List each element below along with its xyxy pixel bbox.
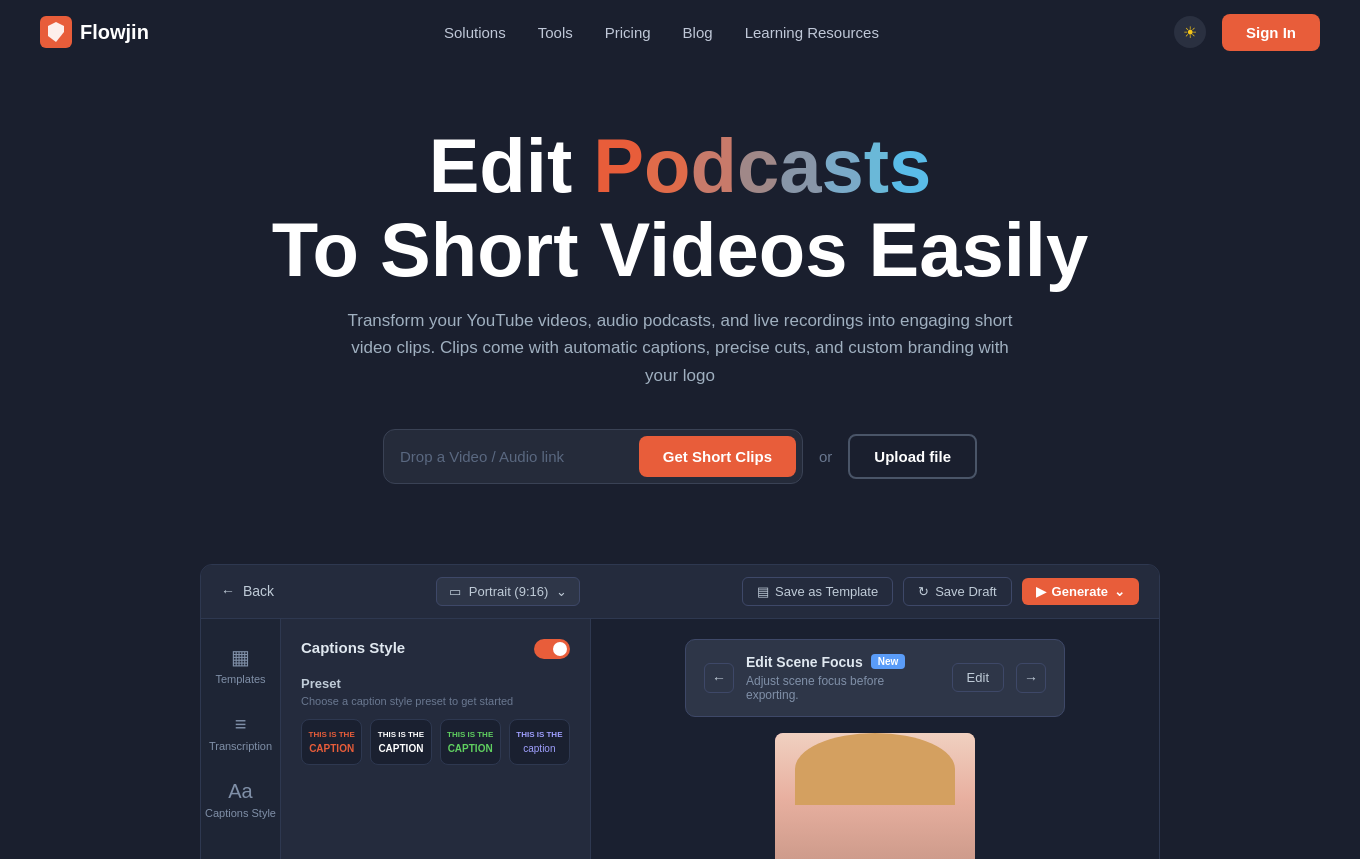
portrait-label: Portrait (9:16): [469, 584, 548, 599]
hero-title-line1: Edit Podcasts: [272, 124, 1089, 208]
preset-3-highlight: caption: [514, 743, 565, 754]
hero-title-line2: To Short Videos Easily: [272, 208, 1089, 292]
sidebar-transcription-label: Transcription: [209, 740, 272, 752]
sidebar-templates-label: Templates: [215, 673, 265, 685]
caption-preset-2[interactable]: THIS IS THE CAPTION: [440, 719, 501, 765]
preset-0-highlight: CAPTION: [306, 743, 357, 754]
chevron-down-icon: ⌄: [556, 584, 567, 599]
letter-c: c: [737, 123, 779, 208]
back-arrow-icon: ←: [221, 583, 235, 599]
letter-s: s: [821, 123, 863, 208]
transcription-icon: ≡: [235, 713, 247, 736]
captions-style-panel: Captions Style Preset Choose a caption s…: [281, 619, 591, 859]
preset-1-text: THIS IS THE: [375, 730, 426, 739]
sidebar-item-transcription[interactable]: ≡ Transcription: [201, 703, 280, 762]
generate-icon: ▶: [1036, 584, 1046, 599]
save-template-button[interactable]: ▤ Save as Template: [742, 577, 893, 606]
letter-t: t: [864, 123, 889, 208]
title-podcasts-word: Podcasts: [593, 123, 931, 208]
letter-s2: s: [889, 123, 931, 208]
preset-label: Preset: [301, 676, 570, 691]
generate-button[interactable]: ▶ Generate ⌄: [1022, 578, 1139, 605]
upload-file-button[interactable]: Upload file: [848, 434, 977, 479]
title-edit-word: Edit: [429, 123, 594, 208]
new-badge: New: [871, 654, 906, 669]
caption-presets-row: THIS IS THE CAPTION THIS IS THE CAPTION …: [301, 719, 570, 765]
scene-focus-desc: Adjust scene focus before exporting.: [746, 674, 940, 702]
scene-focus-title-text: Edit Scene Focus: [746, 654, 863, 670]
sidebar-item-captions-style[interactable]: Aa Captions Style: [201, 770, 280, 829]
sign-in-button[interactable]: Sign In: [1222, 14, 1320, 51]
portrait-selector[interactable]: ▭ Portrait (9:16) ⌄: [436, 577, 580, 606]
templates-icon: ▦: [231, 645, 250, 669]
nav-item-blog[interactable]: Blog: [683, 24, 713, 41]
sidebar-item-templates[interactable]: ▦ Templates: [201, 635, 280, 695]
flowjin-logo-icon: [40, 16, 72, 48]
scene-edit-button[interactable]: Edit: [952, 663, 1004, 692]
preset-2-text: THIS IS THE: [445, 730, 496, 739]
caption-preset-3[interactable]: This is the caption: [509, 719, 570, 765]
dashboard-preview: ← Back ▭ Portrait (9:16) ⌄ ▤ Save as Tem…: [200, 564, 1160, 859]
caption-preset-0[interactable]: THIS IS THE CAPTION: [301, 719, 362, 765]
generate-label: Generate: [1052, 584, 1108, 599]
letter-p: P: [593, 123, 644, 208]
hero-title: Edit Podcasts To Short Videos Easily: [272, 124, 1089, 291]
nav-links: Solutions Tools Pricing Blog Learning Re…: [444, 24, 879, 41]
video-thumbnail: [775, 733, 975, 859]
scene-focus-title: Edit Scene Focus New: [746, 654, 940, 670]
url-input[interactable]: [400, 448, 639, 465]
captions-toggle-row: Captions Style: [301, 639, 570, 660]
draft-icon: ↻: [918, 584, 929, 599]
dashboard-body: ▦ Templates ≡ Transcription Aa Captions …: [201, 619, 1159, 859]
scene-next-button[interactable]: →: [1016, 663, 1046, 693]
hero-subtitle: Transform your YouTube videos, audio pod…: [340, 307, 1020, 389]
preset-3-text: This is the: [514, 730, 565, 739]
scene-preview-area: ← Edit Scene Focus New Adjust scene focu…: [591, 619, 1159, 859]
dashboard-right-buttons: ▤ Save as Template ↻ Save Draft ▶ Genera…: [742, 577, 1139, 606]
logo[interactable]: Flowjin: [40, 16, 149, 48]
preset-0-text: THIS IS THE: [306, 730, 357, 739]
captions-style-title: Captions Style: [301, 639, 405, 656]
save-template-label: Save as Template: [775, 584, 878, 599]
sun-icon: ☀: [1183, 23, 1197, 42]
scene-prev-button[interactable]: ←: [704, 663, 734, 693]
letter-a: a: [779, 123, 821, 208]
caption-preset-1[interactable]: THIS IS THE CAPTION: [370, 719, 431, 765]
hero-section: Edit Podcasts To Short Videos Easily Tra…: [0, 64, 1360, 524]
preset-2-highlight: CAPTION: [445, 743, 496, 754]
save-draft-button[interactable]: ↻ Save Draft: [903, 577, 1011, 606]
or-separator: or: [819, 448, 832, 465]
save-draft-label: Save Draft: [935, 584, 996, 599]
captions-toggle[interactable]: [534, 639, 570, 659]
captions-style-icon: Aa: [228, 780, 252, 803]
person-preview: [775, 733, 975, 859]
nav-item-tools[interactable]: Tools: [538, 24, 573, 41]
cta-row: Get Short Clips or Upload file: [383, 429, 977, 484]
letter-o1: o: [644, 123, 690, 208]
get-short-clips-button[interactable]: Get Short Clips: [639, 436, 796, 477]
preset-desc: Choose a caption style preset to get sta…: [301, 695, 570, 707]
logo-text: Flowjin: [80, 21, 149, 44]
template-icon: ▤: [757, 584, 769, 599]
theme-toggle-button[interactable]: ☀: [1174, 16, 1206, 48]
nav-item-learning-resources[interactable]: Learning Resources: [745, 24, 879, 41]
url-input-container: Get Short Clips: [383, 429, 803, 484]
nav-item-pricing[interactable]: Pricing: [605, 24, 651, 41]
portrait-icon: ▭: [449, 584, 461, 599]
navbar: Flowjin Solutions Tools Pricing Blog Lea…: [0, 0, 1360, 64]
letter-d: d: [690, 123, 736, 208]
preset-1-highlight: CAPTION: [375, 743, 426, 754]
back-button[interactable]: ← Back: [221, 583, 274, 599]
generate-chevron-icon: ⌄: [1114, 584, 1125, 599]
dashboard-topbar: ← Back ▭ Portrait (9:16) ⌄ ▤ Save as Tem…: [201, 565, 1159, 619]
sidebar-captions-label: Captions Style: [205, 807, 276, 819]
scene-focus-popup: ← Edit Scene Focus New Adjust scene focu…: [685, 639, 1065, 717]
dashboard-sidebar: ▦ Templates ≡ Transcription Aa Captions …: [201, 619, 281, 859]
nav-right: ☀ Sign In: [1174, 14, 1320, 51]
back-label: Back: [243, 583, 274, 599]
nav-item-solutions[interactable]: Solutions: [444, 24, 506, 41]
scene-focus-text: Edit Scene Focus New Adjust scene focus …: [746, 654, 940, 702]
